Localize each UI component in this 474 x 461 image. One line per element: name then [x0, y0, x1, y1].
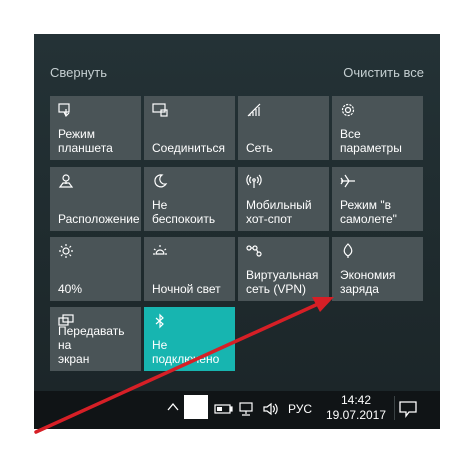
tile-do-not-disturb[interactable]: Не беспокоить	[144, 167, 235, 231]
tablet-mode-icon	[58, 102, 74, 118]
battery-icon[interactable]	[214, 403, 234, 415]
tile-label: 40%	[58, 282, 83, 296]
chevron-up-icon[interactable]	[166, 401, 180, 413]
tile-label: Соединиться	[152, 141, 226, 155]
settings-gear-icon	[340, 102, 356, 118]
vpn-icon	[246, 243, 262, 259]
hotspot-icon	[246, 173, 262, 189]
network-icon	[246, 102, 262, 118]
tile-label: Расположение	[58, 212, 140, 226]
tile-airplane-mode[interactable]: Режим "в самолете"	[332, 167, 423, 231]
tile-battery-saver[interactable]: Экономия заряда	[332, 237, 423, 301]
night-light-icon	[152, 243, 168, 259]
tile-label: Передавать на экран	[58, 324, 125, 366]
tile-tablet-mode[interactable]: Режим планшета	[50, 96, 141, 160]
tile-label: Сеть	[246, 141, 273, 155]
clock-date: 19.07.2017	[325, 408, 387, 422]
bluetooth-icon	[152, 313, 168, 329]
tile-all-settings[interactable]: Все параметры	[332, 96, 423, 160]
battery-saver-icon	[340, 243, 356, 259]
tile-location[interactable]: Расположение	[50, 167, 141, 231]
volume-icon[interactable]	[262, 401, 280, 417]
action-center-panel: Свернуть Очистить все Режим планшета Сое…	[34, 34, 440, 391]
tile-project[interactable]: Передавать на экран	[50, 307, 141, 371]
tile-label: Мобильный хот-спот	[246, 198, 312, 226]
tile-brightness[interactable]: 40%	[50, 237, 141, 301]
clear-all-link[interactable]: Очистить все	[343, 65, 424, 80]
tile-label: Ночной свет	[152, 282, 221, 296]
moon-icon	[152, 173, 168, 189]
collapse-link[interactable]: Свернуть	[50, 65, 107, 80]
taskbar-divider	[394, 396, 395, 420]
tile-network[interactable]: Сеть	[238, 96, 329, 160]
tile-vpn[interactable]: Виртуальная сеть (VPN)	[238, 237, 329, 301]
clock-time: 14:42	[340, 393, 372, 407]
tray-app-icon[interactable]	[184, 395, 208, 419]
network-wired-icon[interactable]	[238, 401, 256, 417]
tile-label: Виртуальная сеть (VPN)	[246, 268, 319, 296]
tile-night-light[interactable]: Ночной свет	[144, 237, 235, 301]
tile-bluetooth[interactable]: Не подключено	[144, 307, 235, 371]
action-center-icon[interactable]	[398, 400, 418, 418]
taskbar: РУС 14:42 19.07.2017	[34, 391, 440, 429]
tile-mobile-hotspot[interactable]: Мобильный хот-спот	[238, 167, 329, 231]
tile-label: Все параметры	[340, 127, 402, 155]
tile-connect[interactable]: Соединиться	[144, 96, 235, 160]
tile-label: Экономия заряда	[340, 268, 396, 296]
location-icon	[58, 173, 74, 189]
tile-label: Режим планшета	[58, 127, 113, 155]
brightness-icon	[58, 243, 74, 259]
language-indicator[interactable]: РУС	[288, 402, 312, 416]
tile-label: Не подключено	[152, 338, 220, 366]
tile-label: Режим "в самолете"	[340, 198, 397, 226]
clock[interactable]: 14:42 19.07.2017	[324, 393, 388, 423]
tile-label: Не беспокоить	[152, 198, 216, 226]
airplane-icon	[340, 173, 356, 189]
connect-icon	[152, 102, 168, 118]
